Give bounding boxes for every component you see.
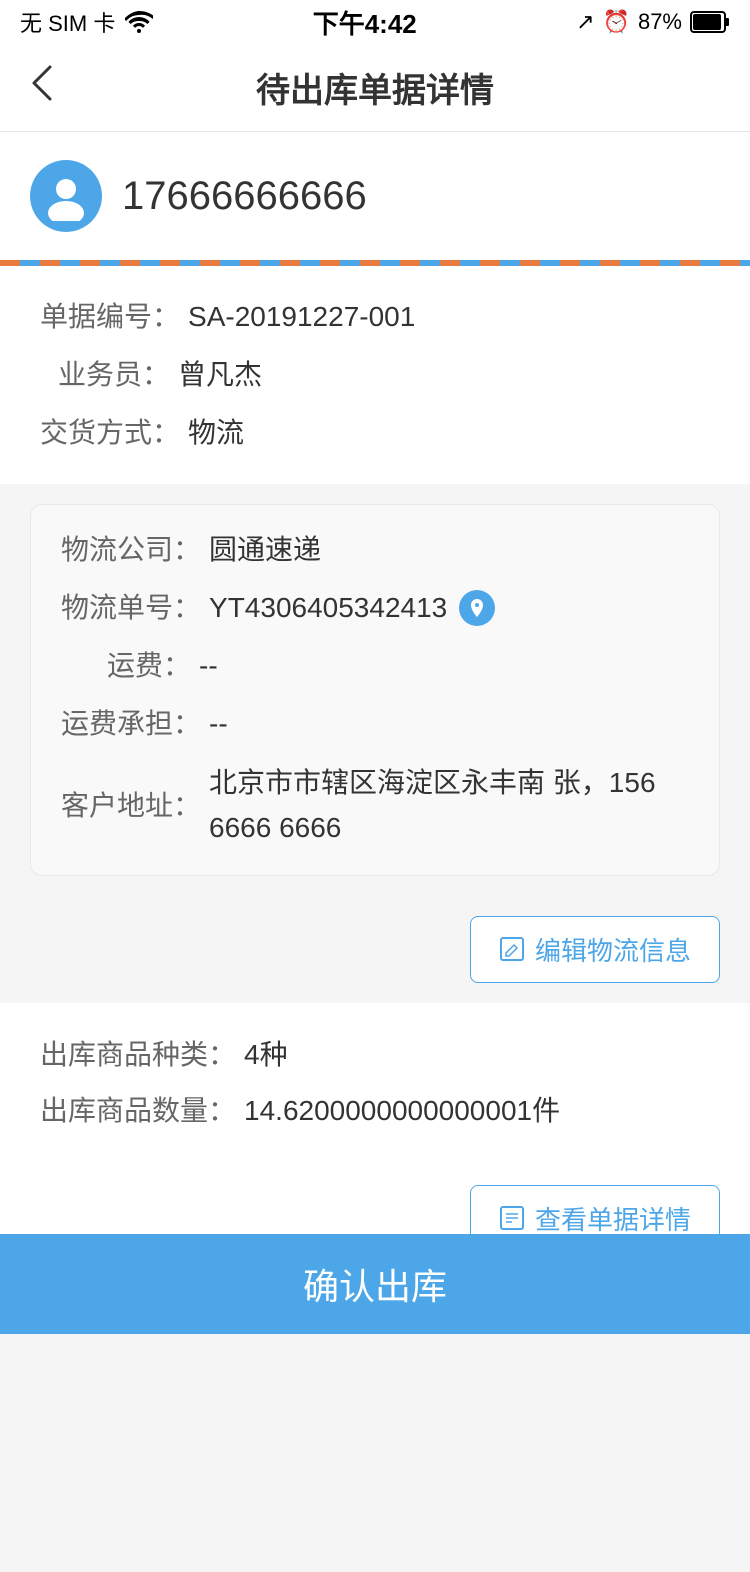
- salesman-row: 业务员： 曾凡杰: [40, 354, 710, 396]
- delivery-value: 物流: [188, 412, 710, 454]
- logistics-card: 物流公司： 圆通速递 物流单号： YT43064053424​13 运费： --…: [30, 504, 720, 876]
- goods-types-row: 出库商品种类： 4种: [40, 1033, 710, 1073]
- goods-quantity-row: 出库商品数量： 14.620000000000​0001件: [40, 1089, 710, 1129]
- salesman-label: 业务员：: [40, 354, 170, 396]
- order-no-value: SA-20191227-001: [188, 296, 710, 338]
- logistics-tracking-label: 物流单号：: [61, 587, 201, 629]
- alarm-icon-status: ⏰: [603, 9, 630, 35]
- goods-types-value: 4种: [244, 1033, 288, 1073]
- section-divider-1: [0, 983, 750, 1003]
- freight-bearer-value: --: [209, 703, 689, 745]
- wifi-icon: [125, 11, 153, 33]
- edit-btn-row: 编辑物流信息: [0, 896, 750, 983]
- battery-icon: [690, 11, 730, 33]
- order-no-label: 单据编号：: [40, 296, 180, 338]
- logistics-company-label: 物流公司：: [61, 529, 201, 571]
- freight-value: --: [199, 645, 689, 687]
- status-bar-right: ↗ ⏰ 87%: [576, 9, 730, 35]
- address-value: 北京市市辖区海淀区永丰南 张，156 6666 6666: [209, 761, 689, 851]
- confirm-button[interactable]: 确认出库: [0, 1234, 750, 1334]
- address-row: 客户地址： 北京市市辖区海淀区永丰南 张，156 6666 6666: [61, 761, 689, 851]
- back-button[interactable]: [30, 63, 54, 112]
- status-bar-left: 无 SIM 卡: [20, 6, 153, 38]
- page-title: 待出库单据详情: [256, 63, 494, 112]
- order-info-section: 单据编号： SA-20191227-001 业务员： 曾凡杰 交货方式： 物流: [0, 266, 750, 484]
- delivery-row: 交货方式： 物流: [40, 412, 710, 454]
- map-pin-icon[interactable]: [459, 590, 495, 626]
- freight-label: 运费：: [61, 645, 191, 687]
- delivery-label: 交货方式：: [40, 412, 180, 454]
- status-bar-time: 下午4:42: [313, 4, 417, 41]
- freight-bearer-label: 运费承担：: [61, 703, 201, 745]
- address-label: 客户地址：: [61, 785, 201, 827]
- user-phone: 17666666666: [122, 174, 367, 219]
- status-bar: 无 SIM 卡 下午4:42 ↗ ⏰ 87%: [0, 0, 750, 44]
- goods-quantity-label: 出库商品数量：: [40, 1089, 236, 1129]
- avatar: [30, 160, 102, 232]
- location-icon-status: ↗: [576, 9, 594, 35]
- order-no-row: 单据编号： SA-20191227-001: [40, 296, 710, 338]
- battery-text: 87%: [638, 9, 682, 35]
- logistics-tracking-row: 物流单号： YT43064053424​13: [61, 587, 689, 629]
- nav-bar: 待出库单据详情: [0, 44, 750, 132]
- edit-icon: [499, 936, 525, 962]
- salesman-value: 曾凡杰: [178, 354, 710, 396]
- carrier-text: 无 SIM 卡: [20, 6, 115, 38]
- logistics-company-row: 物流公司： 圆通速递: [61, 529, 689, 571]
- goods-section: 出库商品种类： 4种 出库商品数量： 14.620000000000​0001件: [0, 1003, 750, 1165]
- goods-types-label: 出库商品种类：: [40, 1033, 236, 1073]
- document-icon: [499, 1205, 525, 1231]
- logistics-company-value: 圆通速递: [209, 529, 689, 571]
- edit-logistics-button[interactable]: 编辑物流信息: [470, 916, 720, 983]
- freight-row: 运费： --: [61, 645, 689, 687]
- logistics-tracking-value: YT43064053424​13: [209, 587, 689, 629]
- freight-bearer-row: 运费承担： --: [61, 703, 689, 745]
- goods-quantity-value: 14.620000000000​0001件: [244, 1089, 560, 1129]
- user-section: 17666666666: [0, 132, 750, 260]
- content-area: 17666666666 单据编号： SA-20191227-001 业务员： 曾…: [0, 132, 750, 1572]
